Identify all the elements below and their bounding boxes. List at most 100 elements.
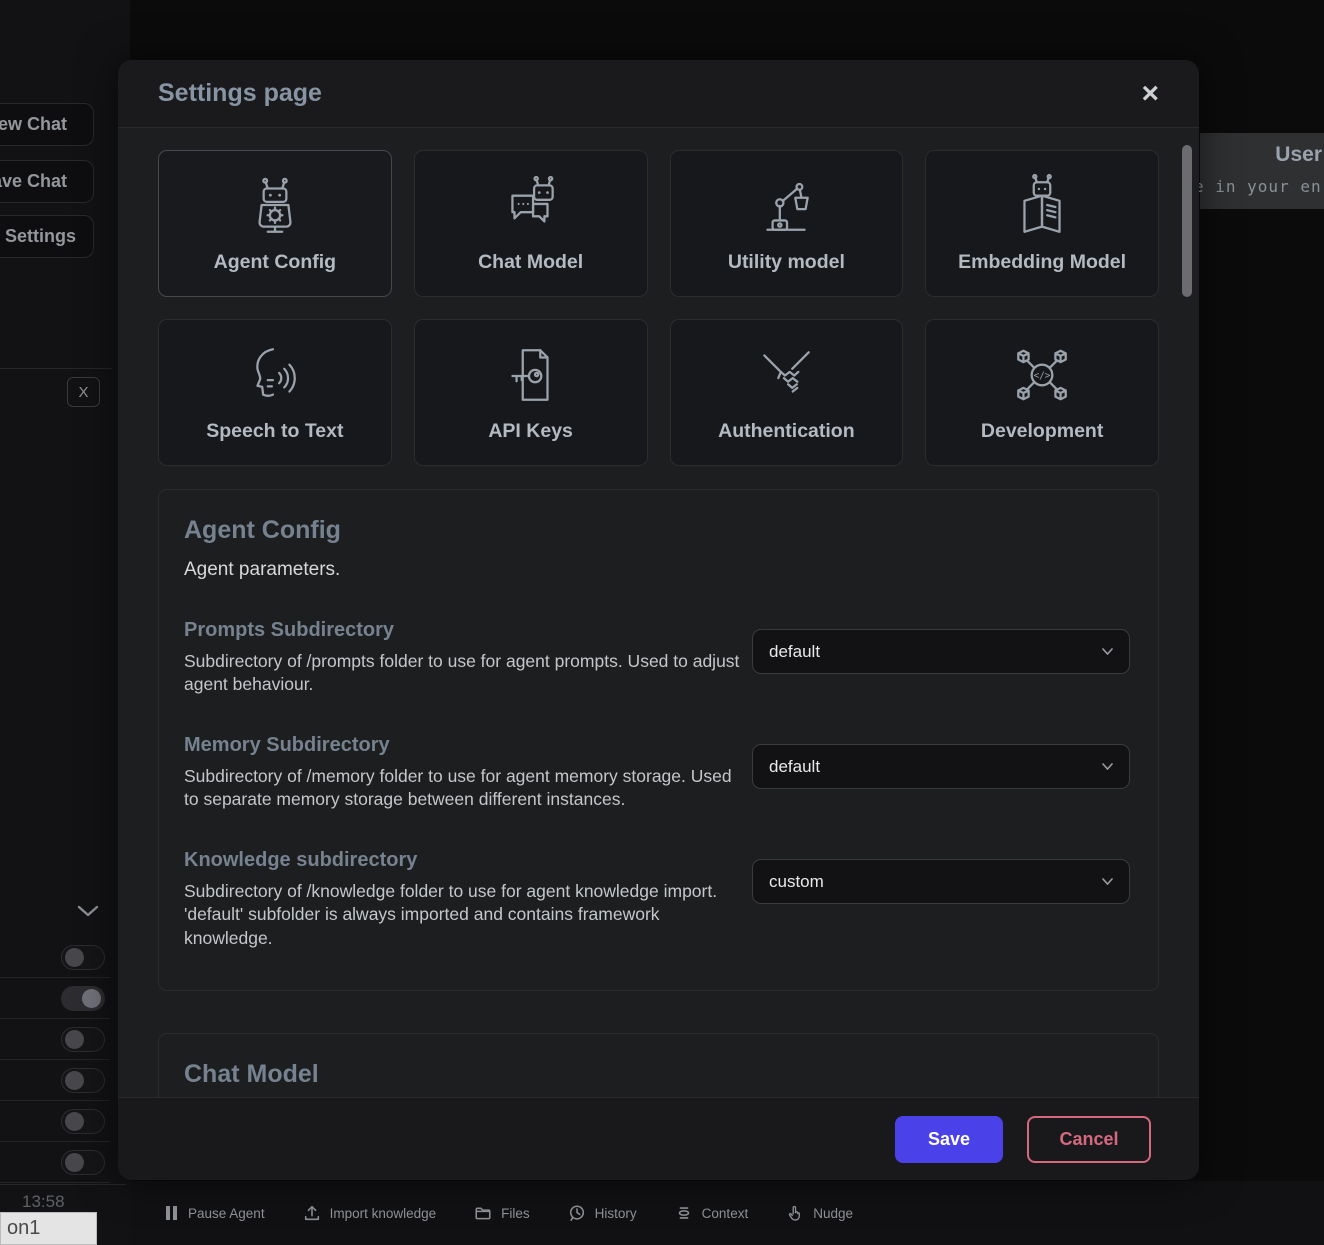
pause-icon — [166, 1206, 177, 1220]
field-prompts-subdirectory: Prompts Subdirectory Subdirectory of /pr… — [184, 619, 1130, 696]
chat-close-label: X — [78, 383, 89, 401]
sidebar: New Chat Save Chat ⚙ Settings X 13:58 on… — [0, 0, 130, 1245]
chevron-down-icon — [1102, 878, 1113, 886]
chevron-down-icon — [1102, 763, 1113, 771]
chat-close-button[interactable]: X — [67, 377, 100, 407]
nav-card-api-keys[interactable]: API Keys — [413, 319, 648, 466]
speech-to-text-icon — [256, 348, 296, 397]
history-icon — [569, 1205, 584, 1221]
toggle-switch[interactable] — [61, 985, 105, 1011]
toggle-switch[interactable] — [61, 1149, 105, 1175]
nav-card-chat-model[interactable]: Chat Model — [413, 150, 648, 297]
toggle-row — [0, 1019, 110, 1060]
modal-title: Settings page — [158, 79, 322, 107]
bottom-toolbar: Pause Agent Import knowledge Files Histo… — [130, 1181, 1324, 1245]
nav-card-speech-to-text[interactable]: Speech to Text — [158, 319, 392, 466]
nudge-label: Nudge — [813, 1205, 853, 1221]
field-label: Memory Subdirectory — [184, 734, 390, 757]
settings-nav-cards: Agent Config Chat Model Utility model Em… — [158, 150, 1159, 466]
nav-card-label: Agent Config — [213, 251, 337, 273]
modal-header: Settings page × — [118, 60, 1199, 128]
files-label: Files — [501, 1205, 530, 1221]
section-title: Agent Config — [184, 516, 341, 544]
user-message-text: e in your en — [1194, 177, 1322, 196]
context-button[interactable]: Context — [675, 1204, 749, 1222]
settings-label: Settings — [4, 226, 76, 246]
svg-text:</>: </> — [1034, 371, 1051, 382]
section-chat-model: Chat Model — [158, 1032, 1159, 1097]
nav-card-embedding-model[interactable]: Embedding Model — [925, 150, 1159, 297]
nav-card-label: Authentication — [718, 420, 855, 442]
select-value: default — [769, 641, 821, 661]
field-label: Knowledge subdirectory — [184, 849, 418, 872]
toggle-row — [0, 978, 110, 1019]
nav-card-authentication[interactable]: Authentication — [669, 319, 904, 466]
agent-config-icon — [258, 177, 292, 233]
nudge-button[interactable]: Nudge — [786, 1204, 853, 1222]
toggle-switch[interactable] — [61, 1026, 105, 1052]
modal-body: Agent Config Chat Model Utility model Em… — [118, 129, 1199, 1097]
field-label: Prompts Subdirectory — [184, 619, 395, 641]
clock-text: 13:58 — [22, 1192, 65, 1211]
close-icon[interactable]: × — [1141, 78, 1159, 109]
select-value: default — [769, 756, 821, 776]
memory-subdirectory-select[interactable]: default — [752, 744, 1130, 790]
folder-icon — [475, 1207, 491, 1220]
nav-card-development[interactable]: </> Development — [925, 319, 1159, 466]
toggle-switch[interactable] — [61, 944, 105, 970]
select-value: custom — [769, 871, 824, 891]
nav-card-label: Development — [980, 420, 1104, 442]
field-memory-subdirectory: Memory Subdirectory Subdirectory of /mem… — [184, 734, 1130, 811]
toggle-knob — [65, 1070, 84, 1090]
toggle-switch[interactable] — [61, 1067, 105, 1093]
chevron-down-icon[interactable] — [76, 904, 100, 923]
nav-card-label: Speech to Text — [206, 420, 344, 442]
context-label: Context — [701, 1205, 749, 1221]
settings-button[interactable]: ⚙ Settings — [0, 215, 94, 258]
save-button[interactable]: Save — [895, 1115, 1003, 1163]
import-knowledge-label: Import knowledge — [329, 1205, 437, 1221]
development-icon: </> — [1017, 349, 1067, 401]
history-button[interactable]: History — [568, 1204, 637, 1222]
utility-model-icon — [766, 182, 810, 231]
settings-modal: Settings page × Agent Config Chat Model … — [118, 60, 1199, 1180]
field-knowledge-subdirectory: Knowledge subdirectory Subdirectory of /… — [184, 849, 1130, 949]
nav-card-label: Utility model — [727, 251, 845, 273]
toggle-switch[interactable] — [61, 1108, 105, 1134]
field-description: Subdirectory of /prompts folder to use f… — [184, 651, 740, 695]
knowledge-subdirectory-select[interactable]: custom — [752, 859, 1130, 905]
nav-card-label: API Keys — [488, 420, 573, 442]
toggle-row — [0, 1101, 110, 1142]
sidebar-divider-bottom — [0, 1184, 126, 1185]
nav-card-utility-model[interactable]: Utility model — [669, 150, 904, 297]
upload-icon — [304, 1205, 319, 1221]
field-description: Subdirectory of /memory folder to use fo… — [184, 766, 732, 810]
user-message-heading: User — [1275, 143, 1322, 166]
save-chat-button[interactable]: Save Chat — [0, 160, 94, 203]
section-title: Chat Model — [184, 1059, 319, 1088]
nav-card-agent-config[interactable]: Agent Config — [158, 150, 392, 297]
section-description: Agent parameters. — [184, 559, 341, 580]
toggle-row — [0, 937, 110, 978]
api-keys-icon — [510, 349, 549, 401]
toggle-knob — [65, 1029, 84, 1049]
section-agent-config: Agent Config Agent parameters. Prompts S… — [158, 489, 1159, 991]
nudge-icon — [788, 1205, 801, 1221]
modal-scrollbar-thumb[interactable] — [1182, 145, 1192, 297]
toggle-knob — [82, 988, 101, 1008]
pause-agent-button[interactable]: Pause Agent — [164, 1205, 265, 1221]
import-knowledge-button[interactable]: Import knowledge — [303, 1204, 437, 1222]
save-chat-label: Save Chat — [0, 171, 67, 191]
files-button[interactable]: Files — [474, 1204, 530, 1222]
context-icon — [678, 1207, 689, 1219]
prompts-subdirectory-select[interactable]: default — [752, 629, 1130, 674]
modal-footer: Save Cancel — [118, 1097, 1199, 1180]
pause-agent-label: Pause Agent — [188, 1205, 265, 1221]
new-chat-button[interactable]: New Chat — [0, 103, 94, 146]
toggle-knob — [65, 1111, 84, 1131]
nav-card-label: Chat Model — [478, 251, 584, 273]
toggle-knob — [65, 1152, 84, 1172]
toggle-row — [0, 1060, 110, 1101]
cancel-button[interactable]: Cancel — [1027, 1115, 1151, 1163]
nav-card-label: Embedding Model — [958, 251, 1127, 273]
